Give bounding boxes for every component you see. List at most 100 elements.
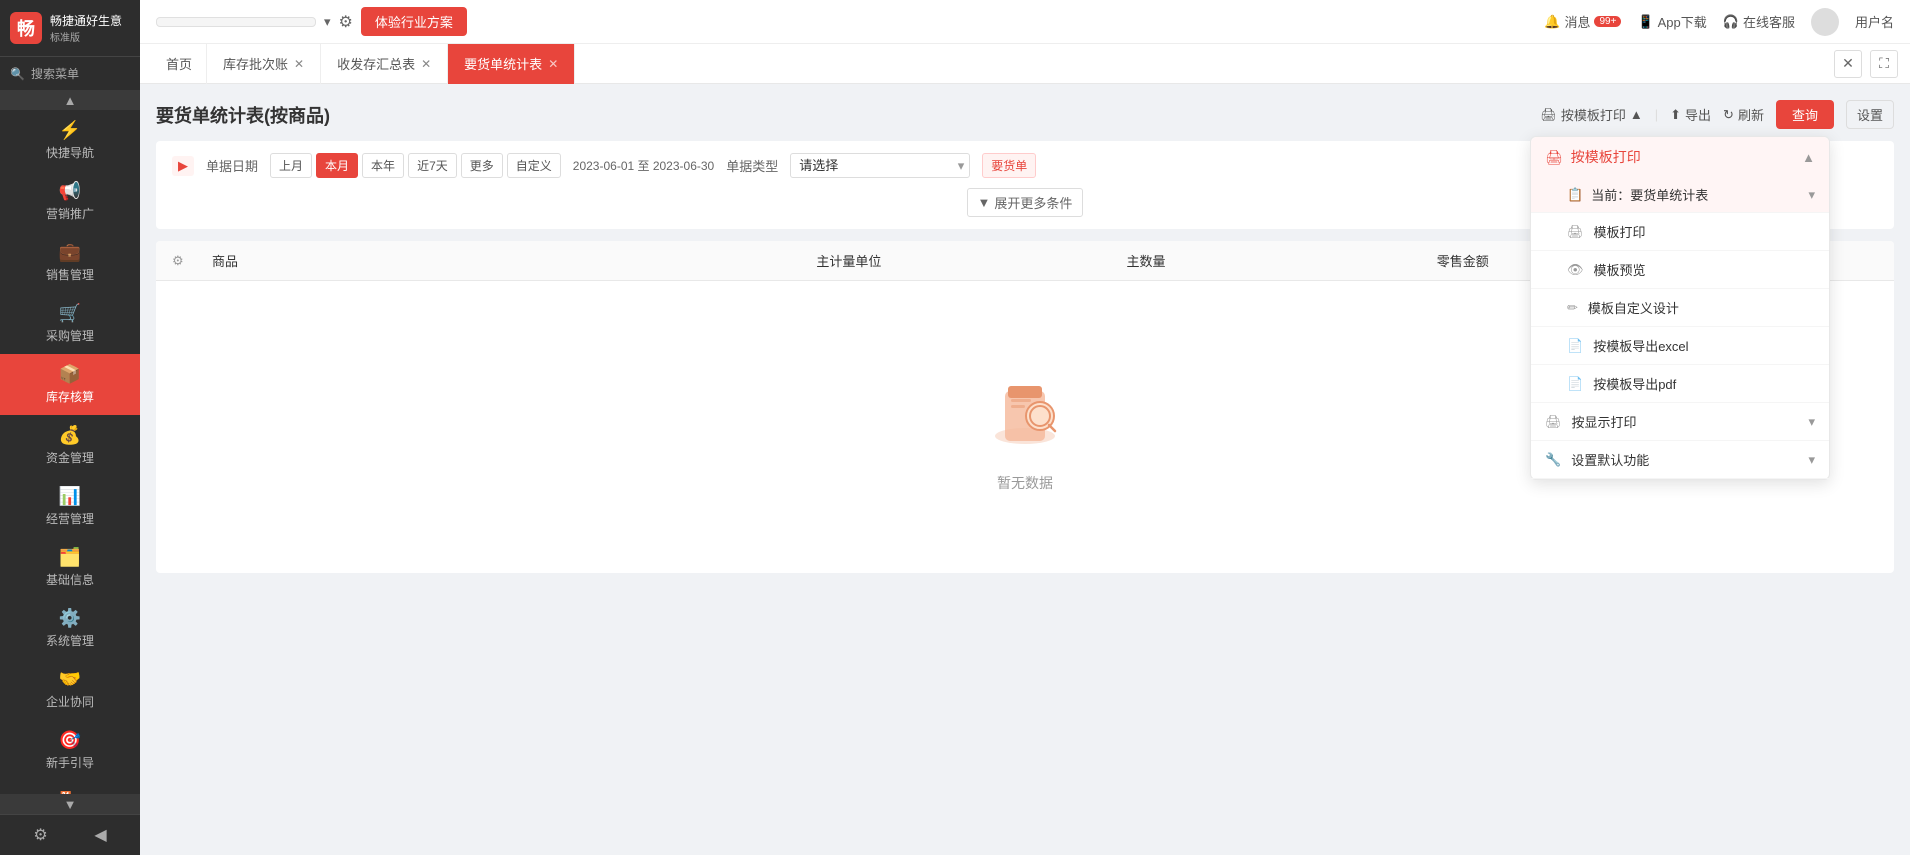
basic-icon: 🗂️ xyxy=(59,547,81,568)
finance-icon: 💰 xyxy=(59,425,81,446)
print-dropdown-chevron[interactable]: ▲ xyxy=(1802,150,1815,165)
printer-icon: 🖨 xyxy=(1540,107,1557,123)
template-excel-icon: 📄 xyxy=(1567,338,1583,354)
enterprise-icon: 🤝 xyxy=(59,669,81,690)
app-download-btn[interactable]: 📱 App下载 xyxy=(1637,12,1706,31)
online-service-btn[interactable]: 🎧 在线客服 xyxy=(1723,12,1795,31)
template-preview-icon: 👁 xyxy=(1567,262,1584,278)
tab-bar: 首页 库存批次账 ✕ 收发存汇总表 ✕ 要货单统计表 ✕ ✕ ⛶ xyxy=(140,44,1910,84)
print-dropdown: 🖨 按模板打印 ▲ 📋 当前：要货单统计表 ▾ 🖨 模板打印 👁 模板预览 xyxy=(1530,136,1830,480)
print-dropdown-header[interactable]: 🖨 按模板打印 ▲ xyxy=(1531,137,1829,177)
query-btn[interactable]: 查询 xyxy=(1776,100,1834,129)
marketing-icon: 📢 xyxy=(59,181,81,202)
printer-header-icon: 🖨 xyxy=(1545,149,1563,166)
refresh-btn[interactable]: ↻ 刷新 xyxy=(1723,105,1764,124)
export-btn[interactable]: ⬆ 导出 xyxy=(1670,105,1711,124)
top-header: ▾ ⚙ 体验行业方案 🔔 消息 99+ 📱 App下载 🎧 在线客服 用户名 xyxy=(140,0,1910,44)
expand-icon: ▼ xyxy=(978,195,991,210)
operation-icon: 📊 xyxy=(59,486,81,507)
tab-receipt-summary[interactable]: 收发存汇总表 ✕ xyxy=(321,44,448,84)
tab-home[interactable]: 首页 xyxy=(152,44,207,84)
app-logo-icon: 畅 xyxy=(10,12,42,44)
settings-icon[interactable]: ⚙ xyxy=(33,825,47,845)
print-template-pdf[interactable]: 📄 按模板导出pdf xyxy=(1531,365,1829,403)
date-more[interactable]: 更多 xyxy=(461,153,503,178)
header-search-box[interactable] xyxy=(156,17,316,27)
set-default-label-wrap: 🔧 设置默认功能 xyxy=(1545,450,1649,469)
user-avatar[interactable] xyxy=(1811,8,1839,36)
sidebar-item-marketing[interactable]: 📢营销推广 xyxy=(0,171,140,232)
date-btn-group: 上月 本月 本年 近7天 更多 自定义 xyxy=(270,153,561,178)
tab-batch-account[interactable]: 库存批次账 ✕ xyxy=(207,44,321,84)
sidebar-item-inventory[interactable]: 📦库存核算 xyxy=(0,354,140,415)
sidebar-item-enterprise[interactable]: 🤝企业协同 xyxy=(0,659,140,720)
header-dropdown[interactable]: ▾ xyxy=(324,14,331,30)
sidebar-footer: ⚙ ◀ xyxy=(0,814,140,855)
sidebar-item-system[interactable]: ⚙️系统管理 xyxy=(0,598,140,659)
filter-expand-icon[interactable]: ▶ xyxy=(172,156,194,176)
purchase-icon: 🛒 xyxy=(59,303,81,324)
date-last-7[interactable]: 近7天 xyxy=(408,153,457,178)
col-header-qty: 主数量 xyxy=(1119,241,1429,280)
print-template-preview[interactable]: 👁 模板预览 xyxy=(1531,251,1829,289)
template-pdf-icon: 📄 xyxy=(1567,376,1583,392)
date-custom[interactable]: 自定义 xyxy=(507,153,561,178)
order-type-select[interactable]: 请选择 xyxy=(790,153,970,178)
tab-close-order[interactable]: ✕ xyxy=(548,57,558,71)
tab-maximize-btn[interactable]: ⛶ xyxy=(1870,50,1898,78)
industry-btn[interactable]: 体验行业方案 xyxy=(361,7,467,36)
display-print-label-wrap: 🖨 按显示打印 xyxy=(1545,412,1637,431)
tab-close-receipt[interactable]: ✕ xyxy=(421,57,431,71)
sidebar-scroll-down[interactable]: ▼ xyxy=(0,794,140,814)
notifications-btn[interactable]: 🔔 消息 99+ xyxy=(1544,12,1621,31)
date-this-month[interactable]: 本月 xyxy=(316,153,358,178)
tab-bar-right: ✕ ⛶ xyxy=(1834,50,1898,78)
print-display-print[interactable]: 🖨 按显示打印 ▾ xyxy=(1531,403,1829,441)
print-set-default[interactable]: 🔧 设置默认功能 ▾ xyxy=(1531,441,1829,479)
sidebar-item-newguide[interactable]: 🎯新手引导 xyxy=(0,720,140,781)
collapse-icon[interactable]: ◀ xyxy=(94,825,106,845)
sidebar-nav: ⚡快捷导航📢营销推广💼销售管理🛒采购管理📦库存核算💰资金管理📊经营管理🗂️基础信… xyxy=(0,110,140,794)
col-header-unit: 主计量单位 xyxy=(808,241,1118,280)
set-default-chevron: ▾ xyxy=(1808,452,1815,468)
print-template-design[interactable]: ✏ 模板自定义设计 xyxy=(1531,289,1829,327)
date-this-year[interactable]: 本年 xyxy=(362,153,404,178)
tab-close-batch[interactable]: ✕ xyxy=(294,57,304,71)
inventory-icon: 📦 xyxy=(59,364,81,385)
print-dropdown-current[interactable]: 📋 当前：要货单统计表 ▾ xyxy=(1531,177,1829,213)
settings-btn[interactable]: 设置 xyxy=(1846,100,1894,129)
sidebar-scroll-up[interactable]: ▲ xyxy=(0,90,140,110)
sidebar-search[interactable]: 🔍 搜索菜单 xyxy=(0,57,140,90)
col-header-check: ⚙ xyxy=(164,243,204,279)
print-template-print[interactable]: 🖨 模板打印 xyxy=(1531,213,1829,251)
header-right: 🔔 消息 99+ 📱 App下载 🎧 在线客服 用户名 xyxy=(1544,8,1894,36)
quick-nav-icon: ⚡ xyxy=(59,120,81,141)
sidebar-item-quick-nav[interactable]: ⚡快捷导航 xyxy=(0,110,140,171)
header-gear-icon[interactable]: ⚙ xyxy=(339,12,353,32)
sidebar-logo: 畅 畅捷通好生意 标准版 xyxy=(0,0,140,57)
sidebar-item-apps[interactable]: 🏪应用中心 xyxy=(0,781,140,794)
sidebar-item-basic[interactable]: 🗂️基础信息 xyxy=(0,537,140,598)
date-range-text: 2023-06-01 至 2023-06-30 xyxy=(573,157,714,174)
expand-more-btn[interactable]: ▼ 展开更多条件 xyxy=(967,188,1084,217)
main-content: ▾ ⚙ 体验行业方案 🔔 消息 99+ 📱 App下载 🎧 在线客服 用户名 xyxy=(140,0,1910,855)
service-icon: 🎧 xyxy=(1723,14,1739,30)
sidebar-item-finance[interactable]: 💰资金管理 xyxy=(0,415,140,476)
print-template-excel[interactable]: 📄 按模板导出excel xyxy=(1531,327,1829,365)
header-left: ▾ ⚙ 体验行业方案 xyxy=(156,7,467,36)
page-actions: 🖨 按模板打印 ▲ | ⬆ 导出 ↻ 刷新 查询 设置 xyxy=(1540,100,1894,129)
date-prev-month[interactable]: 上月 xyxy=(270,153,312,178)
print-btn[interactable]: 🖨 按模板打印 ▲ xyxy=(1540,105,1642,124)
tab-order-stats[interactable]: 要货单统计表 ✕ xyxy=(448,44,575,84)
sidebar-item-purchase[interactable]: 🛒采购管理 xyxy=(0,293,140,354)
bell-icon: 🔔 xyxy=(1544,14,1560,30)
sales-icon: 💼 xyxy=(59,242,81,263)
table-settings-icon[interactable]: ⚙ xyxy=(172,253,184,268)
export-icon: ⬆ xyxy=(1670,107,1681,123)
tab-close-window-btn[interactable]: ✕ xyxy=(1834,50,1862,78)
username-label: 用户名 xyxy=(1855,12,1894,31)
sidebar-item-sales[interactable]: 💼销售管理 xyxy=(0,232,140,293)
page-content: 要货单统计表(按商品) 🖨 按模板打印 ▲ | ⬆ 导出 ↻ 刷新 查询 xyxy=(140,84,1910,855)
print-chevron-icon: ▲ xyxy=(1630,107,1643,122)
sidebar-item-operation[interactable]: 📊经营管理 xyxy=(0,476,140,537)
